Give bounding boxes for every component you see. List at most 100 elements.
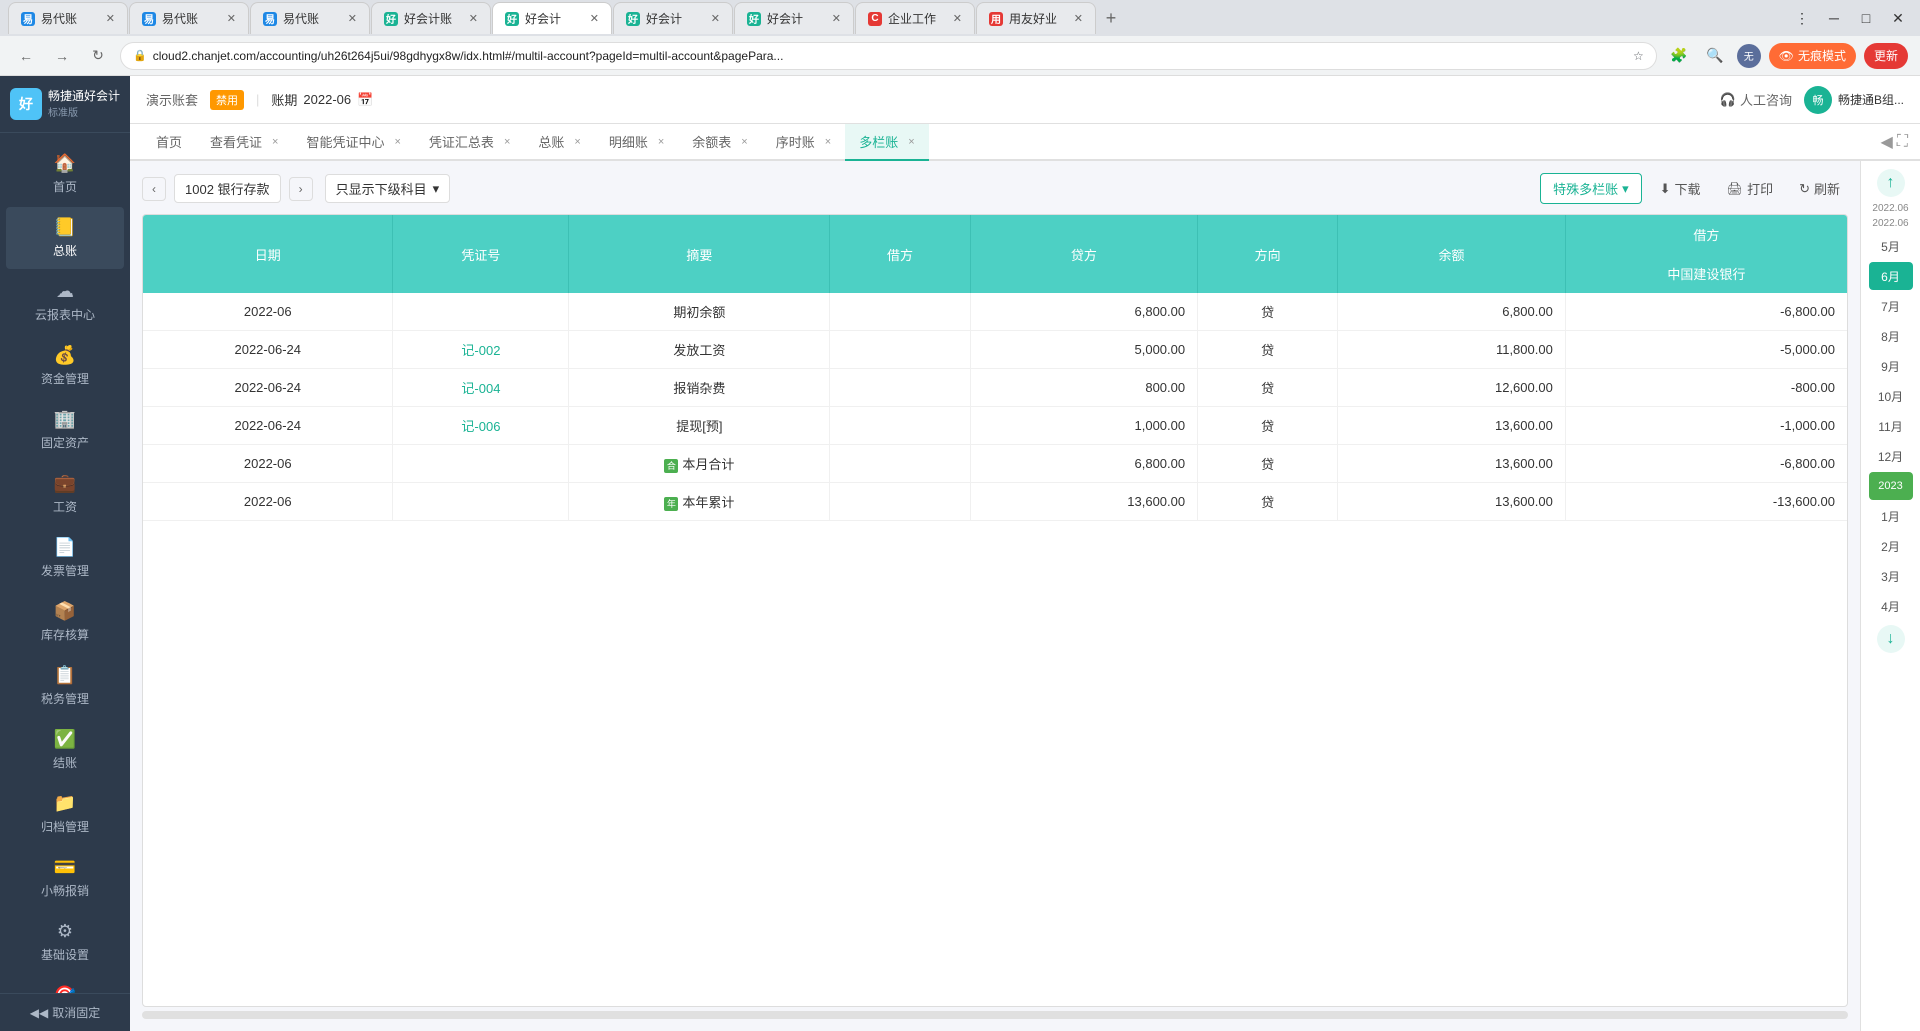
tab-multi-column[interactable]: 多栏账 × — [845, 124, 928, 161]
horizontal-scrollbar[interactable] — [142, 1011, 1848, 1019]
voucher-link-002[interactable]: 记-002 — [393, 331, 569, 369]
user-avatar[interactable]: 畅 — [1804, 86, 1832, 114]
download-button[interactable]: ⬇ 下载 — [1652, 174, 1709, 203]
minimize-button[interactable]: ─ — [1820, 4, 1848, 32]
close-tab-sequence-ledger[interactable]: × — [825, 136, 831, 148]
tab-balance-sheet[interactable]: 余额表 × — [678, 124, 761, 161]
sidebar-item-reports[interactable]: ☁ 云报表中心 — [6, 271, 124, 333]
sidebar-item-assets[interactable]: 🏢 固定资产 — [6, 399, 124, 461]
maximize-button[interactable]: □ — [1852, 4, 1880, 32]
close-tab-smart-voucher[interactable]: × — [394, 136, 400, 148]
close-window-button[interactable]: ✕ — [1884, 4, 1912, 32]
voucher-link-004[interactable]: 记-004 — [393, 369, 569, 407]
period-selector[interactable]: 账期 2022-06 📅 — [271, 90, 373, 109]
voucher-link-006[interactable]: 记-006 — [393, 407, 569, 445]
print-button[interactable]: 🖨 打印 — [1719, 174, 1782, 203]
update-button[interactable]: 更新 — [1864, 43, 1908, 69]
refresh-button[interactable]: ↻ 刷新 — [1791, 174, 1848, 203]
timeline-panel: ↑ 2022.06 2022.06 5月 6月 7月 8月 9月 10月 11月… — [1860, 161, 1920, 1031]
sidebar-item-inventory[interactable]: 📦 库存核算 — [6, 591, 124, 653]
sidebar-item-ledger[interactable]: 📒 总账 — [6, 207, 124, 269]
sidebar-item-close[interactable]: ✅ 结账 — [6, 719, 124, 781]
th-voucher: 凭证号 — [393, 215, 569, 293]
ledger-table: 日期 凭证号 摘要 借方 贷方 方向 余额 借方 中国建设银行 — [142, 214, 1848, 1007]
expense-icon: 💳 — [54, 857, 76, 878]
tab-yidazhang-3[interactable]: 易 易代账 ✕ — [250, 2, 370, 34]
demo-account-label: 演示账套 — [146, 90, 198, 109]
th-direction: 方向 — [1198, 215, 1338, 293]
url-text: cloud2.chanjet.com/accounting/uh26t264j5… — [153, 49, 1627, 63]
incognito-mode-button[interactable]: 👁 无痕模式 — [1769, 43, 1856, 69]
collapse-panel-button[interactable]: ◀ — [1880, 132, 1892, 152]
tab-list-button[interactable]: ⋮ — [1788, 4, 1816, 32]
sidebar-item-home[interactable]: 🏠 首页 — [6, 143, 124, 205]
app: 好 畅捷通好会计 标准版 🏠 首页 📒 总账 ☁ 云报表中心 💰 — [0, 76, 1920, 1031]
close-tab-view-voucher[interactable]: × — [272, 136, 278, 148]
prev-account-button[interactable]: ‹ — [142, 177, 166, 201]
consult-button[interactable]: 🎧 人工咨询 — [1720, 90, 1792, 109]
sidebar-item-expense[interactable]: 💳 小畅报销 — [6, 847, 124, 909]
timeline-month-nov[interactable]: 11月 — [1869, 412, 1913, 440]
th-ccb: 中国建设银行 — [1565, 254, 1847, 293]
timeline-month-jan[interactable]: 1月 — [1869, 502, 1913, 530]
timeline-month-jul[interactable]: 7月 — [1869, 292, 1913, 320]
sidebar-item-payroll[interactable]: 💼 工资 — [6, 463, 124, 525]
account-navigation: ‹ 1002 银行存款 › — [142, 174, 313, 203]
unpin-button[interactable]: ◀◀ 取消固定 — [8, 1004, 122, 1021]
sidebar-item-guide[interactable]: 🎯 新手引导 — [6, 975, 124, 993]
tab-haokuaiji-1[interactable]: 好 好会计账 ✕ — [371, 2, 491, 34]
tab-haokuaiji-2[interactable]: 好 好会计 ✕ — [613, 2, 733, 34]
sidebar-item-funds[interactable]: 💰 资金管理 — [6, 335, 124, 397]
timeline-month-aug[interactable]: 8月 — [1869, 322, 1913, 350]
payroll-icon: 💼 — [54, 473, 76, 494]
tab-haokuaiji-3[interactable]: 好 好会计 ✕ — [734, 2, 854, 34]
sidebar-item-tax[interactable]: 📋 税务管理 — [6, 655, 124, 717]
expand-panel-button[interactable]: ⛶ — [1897, 133, 1908, 151]
tab-voucher-summary[interactable]: 凭证汇总表 × — [415, 124, 524, 161]
user-profile-button[interactable]: 无 — [1737, 44, 1761, 68]
url-bar[interactable]: 🔒 cloud2.chanjet.com/accounting/uh26t264… — [120, 42, 1657, 70]
tab-detail-ledger[interactable]: 明细账 × — [595, 124, 678, 161]
back-button[interactable]: ← — [12, 42, 40, 70]
close-tab-general-ledger[interactable]: × — [574, 136, 580, 148]
tab-smart-voucher[interactable]: 智能凭证中心 × — [292, 124, 414, 161]
close-tab-multi-column[interactable]: × — [908, 136, 914, 148]
next-account-button[interactable]: › — [289, 177, 313, 201]
tab-view-voucher[interactable]: 查看凭证 × — [196, 124, 292, 161]
timeline-up-button[interactable]: ↑ — [1877, 169, 1905, 197]
close-tab-voucher-summary[interactable]: × — [504, 136, 510, 148]
timeline-down-button[interactable]: ↓ — [1877, 625, 1905, 653]
tab-yidazhang-2[interactable]: 易 易代账 ✕ — [129, 2, 249, 34]
invoice-icon: 📄 — [54, 537, 76, 558]
bookmark-icon[interactable]: ☆ — [1633, 49, 1644, 63]
timeline-month-apr[interactable]: 4月 — [1869, 592, 1913, 620]
tab-sequence-ledger[interactable]: 序时账 × — [762, 124, 845, 161]
tab-haokuaiji-active[interactable]: 好 好会计 ✕ — [492, 2, 612, 34]
forward-button[interactable]: → — [48, 42, 76, 70]
tab-yidazhang-1[interactable]: 易 易代账 ✕ — [8, 2, 128, 34]
sub-filter-dropdown[interactable]: 只显示下级科目 ▾ — [325, 174, 451, 203]
timeline-month-oct[interactable]: 10月 — [1869, 382, 1913, 410]
tab-general-ledger[interactable]: 总账 × — [524, 124, 594, 161]
timeline-month-mar[interactable]: 3月 — [1869, 562, 1913, 590]
timeline-month-jun[interactable]: 6月 — [1869, 262, 1913, 290]
sidebar-item-invoice[interactable]: 📄 发票管理 — [6, 527, 124, 589]
tab-home[interactable]: 首页 — [142, 124, 196, 161]
timeline-month-dec[interactable]: 12月 — [1869, 442, 1913, 470]
timeline-month-may[interactable]: 5月 — [1869, 232, 1913, 260]
tab-qiyegongzuo[interactable]: C 企业工作 ✕ — [855, 2, 975, 34]
reload-button[interactable]: ↻ — [84, 42, 112, 70]
timeline-month-sep[interactable]: 9月 — [1869, 352, 1913, 380]
table-row: 2022-06-24 记-006 提现[预] 1,000.00 贷 13,600… — [143, 407, 1847, 445]
sidebar-item-settings[interactable]: ⚙ 基础设置 — [6, 911, 124, 973]
extensions-button[interactable]: 🧩 — [1665, 42, 1693, 70]
multi-column-button[interactable]: 特殊多栏账 ▾ — [1540, 173, 1642, 204]
close-tab-balance-sheet[interactable]: × — [741, 136, 747, 148]
th-credit: 贷方 — [970, 215, 1198, 293]
search-labs-button[interactable]: 🔍 — [1701, 42, 1729, 70]
tab-yongyou[interactable]: 用 用友好业 ✕ — [976, 2, 1096, 34]
timeline-month-feb[interactable]: 2月 — [1869, 532, 1913, 560]
close-tab-detail-ledger[interactable]: × — [658, 136, 664, 148]
sidebar-item-archive[interactable]: 📁 归档管理 — [6, 783, 124, 845]
new-tab-button[interactable]: + — [1097, 4, 1125, 32]
